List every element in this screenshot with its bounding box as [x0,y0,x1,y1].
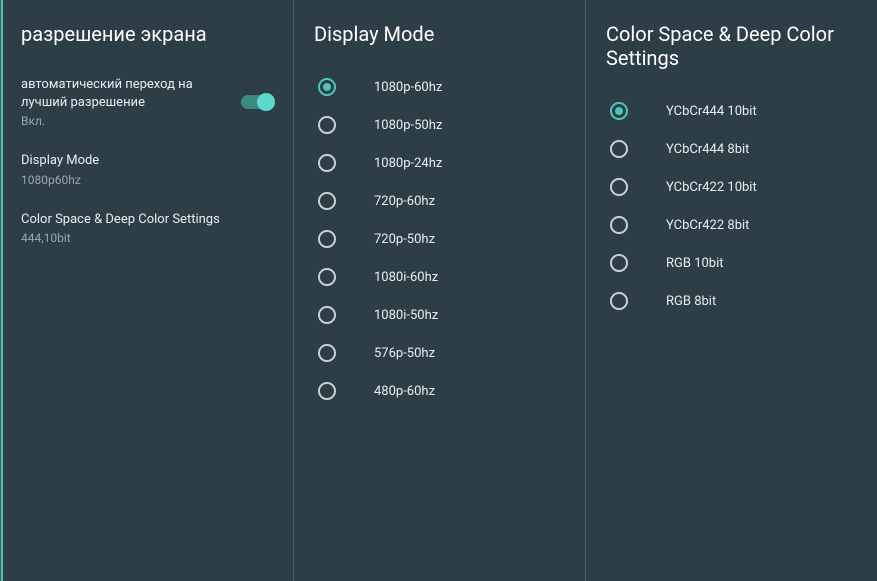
radio-icon [318,306,336,324]
setting-label: Color Space & Deep Color Settings [21,211,273,229]
radio-label: YCbCr422 10bit [666,180,757,195]
panel-title-left: разрешение экрана [1,0,293,64]
setting-text: Display Mode 1080p60hz [21,152,273,187]
option-1080i-60hz[interactable]: 1080i-60hz [294,258,585,296]
option-ycbcr422-8bit[interactable]: YCbCr422 8bit [586,206,877,244]
setting-text: автоматический переход на лучший разреше… [21,76,231,128]
radio-label: 1080p-24hz [374,156,442,171]
panel-title-mid: Display Mode [294,0,585,64]
setting-text: Color Space & Deep Color Settings 444,10… [21,211,273,246]
radio-icon [318,154,336,172]
auto-resolution-toggle[interactable] [241,95,273,109]
setting-label: автоматический переход на лучший разреше… [21,76,231,111]
option-576p-50hz[interactable]: 576p-50hz [294,334,585,372]
screen-resolution-panel: разрешение экрана автоматический переход… [0,0,293,581]
display-mode-options: 1080p-60hz 1080p-50hz 1080p-24hz 720p-60… [294,64,585,410]
panel-title-right: Color Space & Deep Color Settings [586,0,877,88]
radio-icon [318,344,336,362]
option-ycbcr422-10bit[interactable]: YCbCr422 10bit [586,168,877,206]
option-720p-60hz[interactable]: 720p-60hz [294,182,585,220]
radio-label: RGB 10bit [666,256,724,271]
option-720p-50hz[interactable]: 720p-50hz [294,220,585,258]
option-ycbcr444-10bit[interactable]: YCbCr444 10bit [586,92,877,130]
radio-icon [318,382,336,400]
radio-icon [318,268,336,286]
radio-icon [610,216,628,234]
display-mode-panel: Display Mode 1080p-60hz 1080p-50hz 1080p… [293,0,585,581]
settings-list: автоматический переход на лучший разреше… [1,64,293,257]
radio-label: 1080i-60hz [374,270,438,285]
setting-auto-best-resolution[interactable]: автоматический переход на лучший разреше… [1,64,293,140]
radio-label: 720p-60hz [374,194,435,209]
radio-icon [318,230,336,248]
radio-label: YCbCr444 8bit [666,142,749,157]
radio-label: 1080p-60hz [374,80,442,95]
option-1080p-60hz[interactable]: 1080p-60hz [294,68,585,106]
radio-label: 480p-60hz [374,384,435,399]
toggle-knob [257,93,275,111]
color-space-options: YCbCr444 10bit YCbCr444 8bit YCbCr422 10… [586,88,877,320]
color-space-panel: Color Space & Deep Color Settings YCbCr4… [585,0,877,581]
radio-label: YCbCr422 8bit [666,218,749,233]
radio-icon [610,292,628,310]
option-1080p-50hz[interactable]: 1080p-50hz [294,106,585,144]
radio-label: 1080i-50hz [374,308,438,323]
setting-color-space[interactable]: Color Space & Deep Color Settings 444,10… [1,199,293,258]
option-1080p-24hz[interactable]: 1080p-24hz [294,144,585,182]
option-1080i-50hz[interactable]: 1080i-50hz [294,296,585,334]
setting-sub: 1080p60hz [21,173,273,187]
setting-label: Display Mode [21,152,273,170]
radio-icon [318,192,336,210]
radio-icon [610,254,628,272]
radio-label: 576p-50hz [374,346,435,361]
option-480p-60hz[interactable]: 480p-60hz [294,372,585,410]
radio-icon [610,178,628,196]
radio-icon [318,116,336,134]
setting-display-mode[interactable]: Display Mode 1080p60hz [1,140,293,199]
setting-sub: Вкл. [21,114,231,128]
radio-label: 1080p-50hz [374,118,442,133]
option-ycbcr444-8bit[interactable]: YCbCr444 8bit [586,130,877,168]
radio-label: RGB 8bit [666,294,716,309]
radio-icon [610,102,628,120]
radio-icon [318,78,336,96]
option-rgb-8bit[interactable]: RGB 8bit [586,282,877,320]
setting-sub: 444,10bit [21,231,273,245]
option-rgb-10bit[interactable]: RGB 10bit [586,244,877,282]
radio-label: YCbCr444 10bit [666,104,757,119]
radio-icon [610,140,628,158]
radio-label: 720p-50hz [374,232,435,247]
